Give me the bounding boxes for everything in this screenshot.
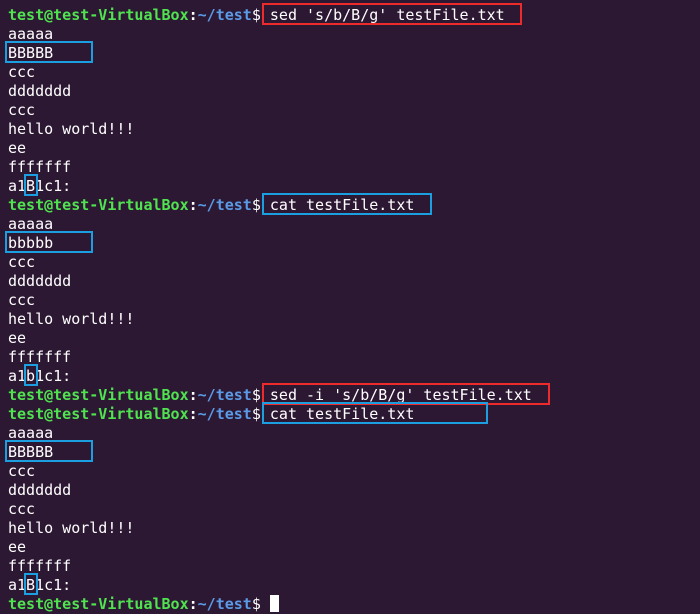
colon: : [189, 6, 198, 24]
host: test-VirtualBox [53, 6, 188, 24]
cmd-sed-text: sed 's/b/B/g' testFile.txt [270, 6, 505, 24]
output-line: ccc [8, 462, 692, 481]
prompt-line-5[interactable]: test@test-VirtualBox:~/test$ [8, 595, 692, 614]
output-line: fffffff [8, 158, 692, 177]
output-line: fffffff [8, 557, 692, 576]
cmd-sed-i: sed -i 's/b/B/g' testFile.txt [270, 386, 532, 404]
output-line: ccc [8, 253, 692, 272]
user: test [8, 6, 44, 24]
at: @ [44, 6, 53, 24]
cursor[interactable] [270, 595, 279, 612]
output-line: ee [8, 329, 692, 348]
output-line: bbbbb [8, 234, 692, 253]
output-line: hello world!!! [8, 310, 692, 329]
output-line: aaaaa [8, 25, 692, 44]
output-line: hello world!!! [8, 120, 692, 139]
output-line: ddddddd [8, 272, 692, 291]
output-line: ccc [8, 291, 692, 310]
output-line: ccc [8, 101, 692, 120]
output-line: ee [8, 538, 692, 557]
output-line: BBBBB [8, 44, 692, 63]
output-line: a1B1c1: [8, 576, 692, 595]
output-line: ddddddd [8, 82, 692, 101]
dollar: $ [252, 6, 261, 24]
prompt-line-4: test@test-VirtualBox:~/test$ cat testFil… [8, 405, 692, 424]
prompt-line-1: test@test-VirtualBox:~/test$ sed 's/b/B/… [8, 6, 692, 25]
output-line: hello world!!! [8, 519, 692, 538]
output-line: fffffff [8, 348, 692, 367]
cmd-cat1: cat testFile.txt [270, 196, 415, 214]
output-line: ccc [8, 500, 692, 519]
output-line: aaaaa [8, 424, 692, 443]
output-line: a1B1c1: [8, 177, 692, 196]
output-line: BBBBB [8, 443, 692, 462]
output-line: ccc [8, 63, 692, 82]
output-line: ee [8, 139, 692, 158]
output-line: aaaaa [8, 215, 692, 234]
prompt-line-2: test@test-VirtualBox:~/test$ cat testFil… [8, 196, 692, 215]
output-line: ddddddd [8, 481, 692, 500]
cmd-cat2: cat testFile.txt [270, 405, 415, 423]
output-line: a1b1c1: [8, 367, 692, 386]
prompt-line-3: test@test-VirtualBox:~/test$ sed -i 's/b… [8, 386, 692, 405]
path: ~/test [198, 6, 252, 24]
cmd-sed [261, 6, 270, 24]
